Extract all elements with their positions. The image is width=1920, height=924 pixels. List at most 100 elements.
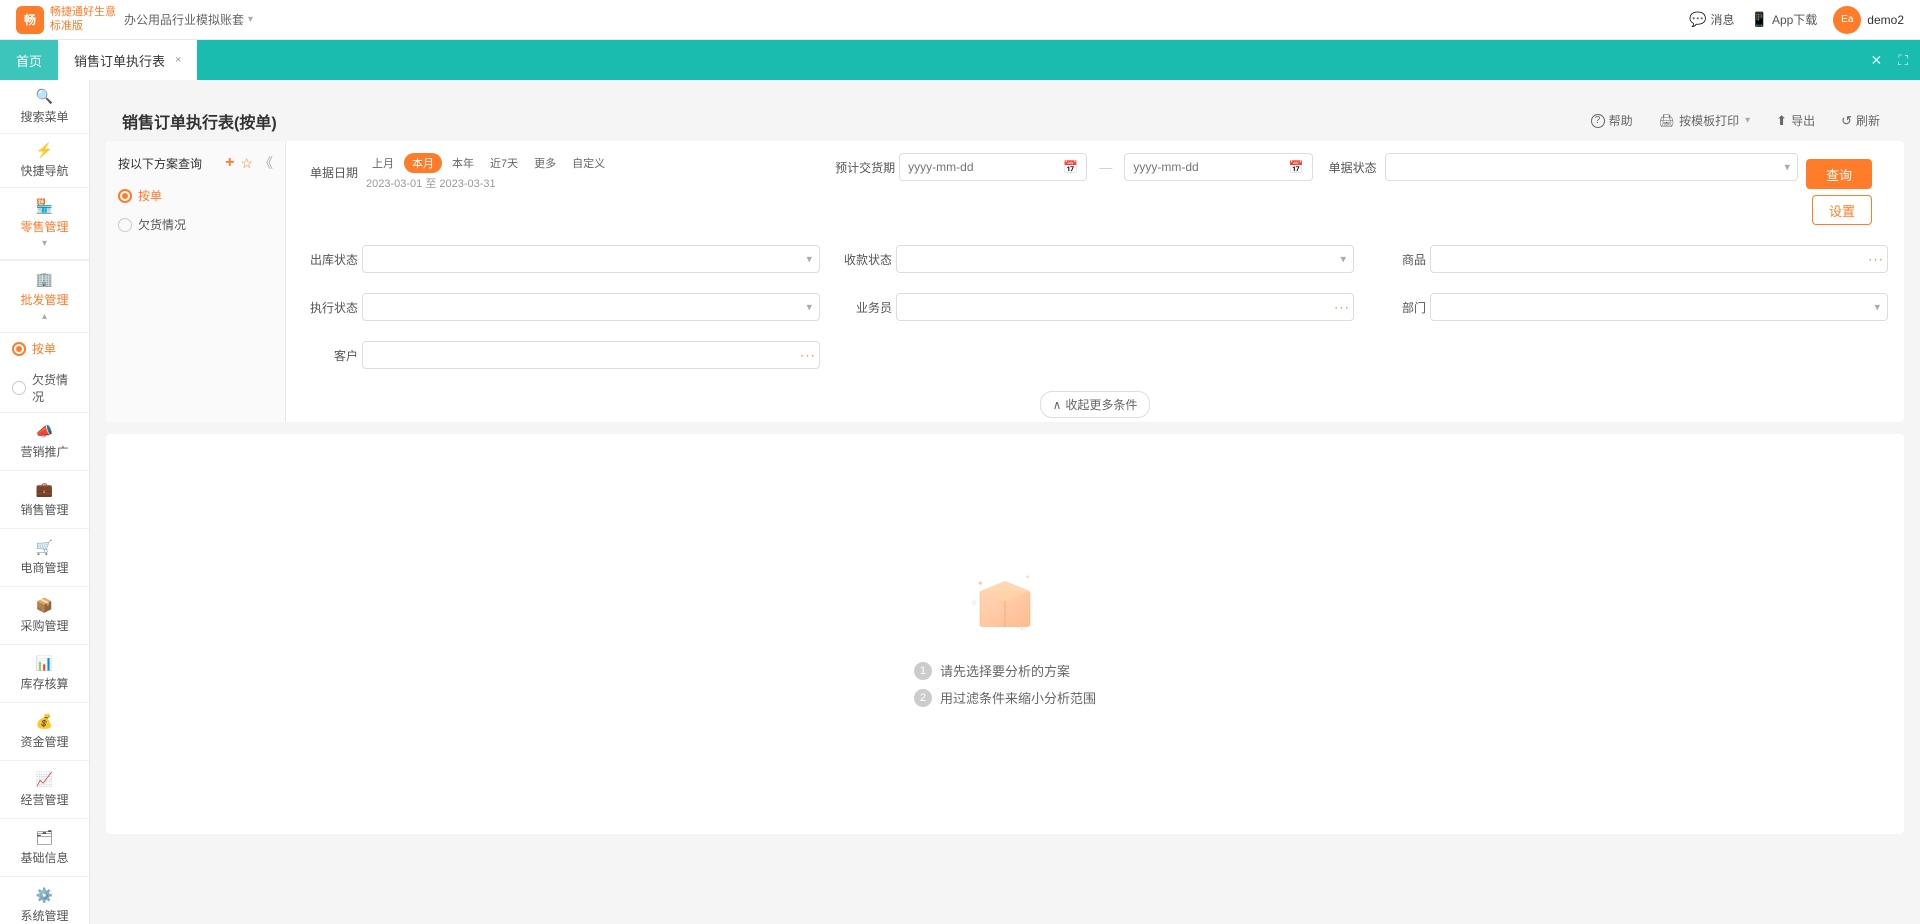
scheme-header: 按以下方案查询 + ☆ 《 [106, 149, 285, 181]
date-tab-custom[interactable]: 自定义 [566, 153, 611, 173]
filter-row-2: 出库状态 收款状态 [302, 239, 1888, 279]
top-bar-left: 畅 畅捷通好生意 标准版 办公用品行业模拟账套 ▾ [16, 6, 253, 34]
scheme-item-by-order[interactable]: 按单 [106, 181, 285, 210]
calendar-icon-end: 📅 [1289, 160, 1304, 174]
scheme-add-icon[interactable]: + [225, 154, 234, 172]
breadcrumb[interactable]: 办公用品行业模拟账套 ▾ [124, 11, 253, 28]
logo-abbr: 畅 [24, 11, 36, 28]
date-range-text: 2023-03-01 至 2023-03-31 [366, 175, 827, 191]
sidebar-item-ecommerce[interactable]: 🛒 电商管理 [0, 529, 89, 587]
svg-text:✦: ✦ [1020, 627, 1024, 633]
department-wrap: 部门 [1370, 287, 1888, 327]
customer-input[interactable] [362, 341, 820, 369]
nav-tabs: 首页 销售订单执行表 × ✕ ⛶ [0, 40, 1920, 80]
operation-icon: 📈 [36, 771, 53, 788]
svg-text:✧: ✧ [970, 598, 978, 609]
date-field-label: 单据日期 [302, 164, 358, 181]
settings-button[interactable]: 设置 [1812, 195, 1872, 225]
department-select[interactable] [1430, 293, 1888, 321]
empty-steps: 1 请先选择要分析的方案 2 用过滤条件来缩小分析范围 [914, 661, 1096, 707]
page-actions: ? 帮助 🖨 按模板打印 ▾ ⬆ 导出 ↺ 刷新 [1583, 108, 1888, 133]
tab-close-icon[interactable]: × [175, 54, 181, 66]
main-layout: 🔍 搜索菜单 ⚡ 快捷导航 🏪 零售管理 ▾ 🏢 批发管理 ▴ 按单 [0, 80, 1920, 924]
retail-icon: 🏪 [36, 198, 53, 215]
refresh-button[interactable]: ↺ 刷新 [1833, 108, 1888, 133]
date-tab-current-year[interactable]: 本年 [446, 153, 480, 173]
tab-home[interactable]: 首页 [0, 40, 58, 80]
sidebar-item-search[interactable]: 🔍 搜索菜单 [0, 80, 89, 134]
salesperson-input[interactable] [896, 293, 1354, 321]
sidebar-item-wholesale[interactable]: 🏢 批发管理 ▴ [0, 261, 89, 333]
tab-sales-exec[interactable]: 销售订单执行表 × [58, 40, 197, 80]
expected-date-start[interactable]: 📅 [899, 153, 1087, 181]
help-button[interactable]: ? 帮助 [1583, 108, 1641, 133]
query-button[interactable]: 查询 [1806, 159, 1872, 189]
product-input[interactable] [1430, 245, 1888, 273]
sidebar-item-marketing[interactable]: 📣 营销推广 [0, 413, 89, 471]
page-title: 销售订单执行表(按单) [122, 109, 277, 133]
search-icon: 🔍 [36, 88, 53, 105]
active-dot [12, 342, 26, 356]
scheme-active-dot [118, 189, 132, 203]
expected-date-end[interactable]: 📅 [1124, 153, 1312, 181]
step-1-num: 1 [914, 662, 932, 680]
window-maximize-icon[interactable]: ⛶ [1894, 48, 1912, 73]
sidebar-item-system[interactable]: ⚙️ 系统管理 [0, 877, 89, 924]
empty-step-2: 2 用过滤条件来缩小分析范围 [914, 688, 1096, 707]
sidebar-sub-item-order-exec[interactable]: 按单 [0, 333, 89, 364]
sidebar-item-inventory[interactable]: 📊 库存核算 [0, 645, 89, 703]
export-button[interactable]: ⬆ 导出 [1768, 108, 1823, 133]
app-download-button[interactable]: 📱 App下载 [1751, 11, 1818, 28]
expected-date-wrap: 预计交货期 📅 — 📅 [835, 153, 1312, 181]
date-tab-more[interactable]: 更多 [528, 153, 562, 173]
delivery-status-label: 出库状态 [302, 251, 358, 268]
sidebar-item-sales[interactable]: 💼 销售管理 [0, 471, 89, 529]
sidebar-item-basic[interactable]: 🗂 基础信息 [0, 819, 89, 877]
sidebar-item-finance[interactable]: 💰 资金管理 [0, 703, 89, 761]
sidebar-item-operation[interactable]: 📈 经营管理 [0, 761, 89, 819]
date-tab-last-month[interactable]: 上月 [366, 153, 400, 173]
print-icon: 🖨 [1659, 113, 1676, 129]
calendar-icon-start: 📅 [1063, 160, 1078, 174]
collapse-more-button[interactable]: ∧ 收起更多条件 [1040, 391, 1151, 418]
payment-status-select[interactable] [896, 245, 1354, 273]
filter-row-1: 单据日期 上月 本月 本年 近7天 更多 自定义 20 [302, 153, 1888, 231]
user-area[interactable]: Ea demo2 [1833, 6, 1904, 34]
sidebar-item-purchase[interactable]: 📦 采购管理 [0, 587, 89, 645]
sidebar-item-quick-nav[interactable]: ⚡ 快捷导航 [0, 134, 89, 188]
exec-status-select[interactable] [362, 293, 820, 321]
date-field-wrap: 单据日期 上月 本月 本年 近7天 更多 自定义 20 [302, 153, 827, 191]
scheme-item-debt[interactable]: 欠货情况 [106, 210, 285, 239]
date-tab-last-7-days[interactable]: 近7天 [484, 153, 524, 173]
print-arrow-icon: ▾ [1745, 115, 1750, 126]
filter-row-3: 执行状态 业务员 [302, 287, 1888, 327]
scheme-inactive-dot [118, 218, 132, 232]
date-tab-current-month[interactable]: 本月 [404, 153, 442, 173]
expected-date-start-input[interactable] [908, 160, 1059, 174]
user-name[interactable]: demo2 [1867, 13, 1904, 27]
chevron-down-icon: ▾ [42, 238, 47, 249]
sidebar-sub-item-debt[interactable]: 欠货情况 [0, 364, 89, 412]
system-icon: ⚙️ [36, 887, 53, 904]
message-button[interactable]: 💬 消息 [1689, 11, 1734, 28]
sidebar-group-retail: 🏪 零售管理 ▾ [0, 188, 89, 261]
salesperson-wrap: 业务员 [836, 287, 1354, 327]
scheme-header-actions: + ☆ 《 [225, 153, 273, 173]
scheme-star-icon[interactable]: ☆ [240, 155, 253, 172]
expected-date-end-input[interactable] [1133, 160, 1284, 174]
logo-text: 畅捷通好生意 标准版 [50, 6, 116, 32]
order-status-select[interactable] [1385, 153, 1798, 181]
filter-fields-area: 单据日期 上月 本月 本年 近7天 更多 自定义 20 [286, 141, 1904, 422]
app-download-icon: 📱 [1751, 11, 1768, 28]
print-button[interactable]: 🖨 按模板打印 ▾ [1651, 108, 1759, 133]
sidebar-item-retail[interactable]: 🏪 零售管理 ▾ [0, 188, 89, 260]
logo-area: 畅 畅捷通好生意 标准版 [16, 6, 116, 34]
exec-status-wrap: 执行状态 [302, 287, 820, 327]
delivery-status-select[interactable] [362, 245, 820, 273]
window-close-icon[interactable]: ✕ [1866, 48, 1886, 73]
empty-state: ✦ ✦ ✦ ✧ 1 请先选择要分析的方案 2 用过滤条件来缩小分析范 [894, 501, 1116, 767]
salesperson-select-wrap [896, 293, 1354, 321]
scheme-collapse-icon[interactable]: 《 [259, 153, 273, 173]
ecommerce-icon: 🛒 [36, 539, 53, 556]
customer-wrap: 客户 [302, 335, 820, 375]
